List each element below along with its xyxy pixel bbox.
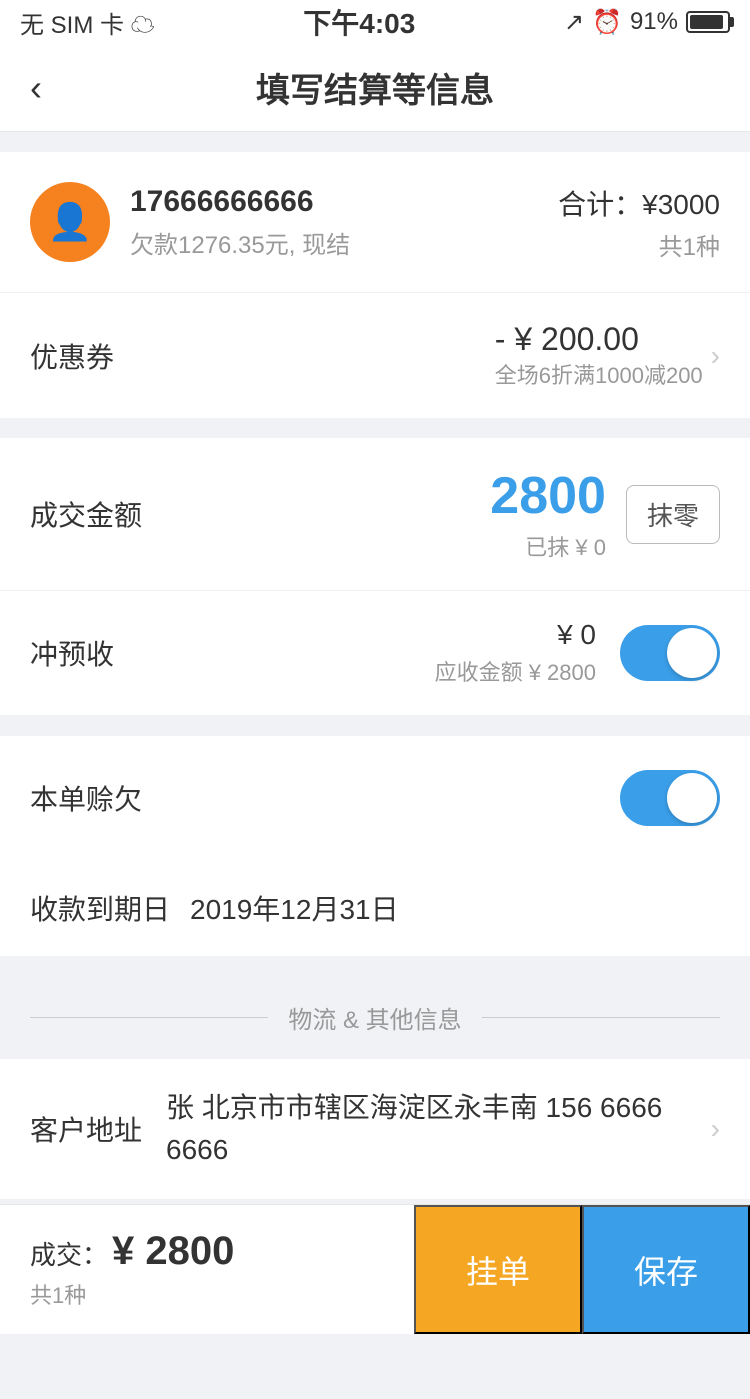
status-bar: 无 SIM 卡 ☁ 下午4:03 ↗ ⏰ 91% [0, 0, 750, 44]
user-count: 共1种 [558, 227, 720, 262]
pre-receive-label: 冲预收 [30, 633, 114, 673]
user-right: 合计：¥3000 共1种 [558, 183, 720, 262]
deal-amount-note: 已抹 ¥ 0 [490, 530, 606, 562]
battery-icon [686, 11, 730, 33]
coupon-right: - ¥ 200.00 全场6折满1000减200 › [495, 321, 720, 390]
logistics-divider: 物流 & 其他信息 [0, 976, 750, 1059]
section-divider-1 [0, 418, 750, 438]
back-button[interactable]: ‹ [30, 67, 42, 109]
bottom-count: 共1种 [30, 1278, 384, 1310]
date-row: 收款到期日 2019年12月31日 [0, 860, 750, 956]
bottom-deal-label: 成交： [30, 1235, 108, 1272]
pre-receive-amount: ¥ 0 [435, 619, 596, 651]
deal-amount-row: 成交金额 2800 已抹 ¥ 0 抹零 [0, 438, 750, 591]
pre-receive-right: ¥ 0 应收金额 ¥ 2800 [435, 619, 720, 687]
deal-amount-section: 成交金额 2800 已抹 ¥ 0 抹零 冲预收 ¥ 0 应收金额 ¥ 2800 [0, 438, 750, 716]
debit-toggle-knob [667, 773, 717, 823]
user-info-card: 👤 17666666666 欠款1276.35元, 现结 合计：¥3000 共1… [0, 152, 750, 418]
user-phone: 17666666666 [130, 185, 350, 219]
bottom-info: 成交： ¥ 2800 共1种 [0, 1229, 414, 1310]
alarm-icon: ⏰ [592, 8, 622, 37]
toggle-knob [667, 628, 717, 678]
amount-block: 2800 已抹 ¥ 0 [490, 466, 606, 562]
address-value: 张 北京市市辖区海淀区永丰南 156 6666 6666 [150, 1087, 711, 1171]
pre-receive-note: 应收金额 ¥ 2800 [435, 655, 596, 687]
bottom-deal-amount: ¥ 2800 [112, 1229, 234, 1274]
sim-label: 无 SIM 卡 ☁ [20, 5, 155, 40]
due-date-value: 2019年12月31日 [190, 888, 399, 928]
status-left: 无 SIM 卡 ☁ [20, 5, 155, 40]
battery-label: 91% [630, 8, 678, 36]
pre-receive-toggle[interactable] [620, 625, 720, 681]
address-chevron-icon: › [711, 1113, 720, 1145]
user-info-row: 👤 17666666666 欠款1276.35元, 现结 合计：¥3000 共1… [0, 152, 750, 292]
coupon-info: - ¥ 200.00 全场6折满1000减200 [495, 321, 703, 390]
user-total: 合计：¥3000 [558, 183, 720, 223]
deal-amount-right: 2800 已抹 ¥ 0 抹零 [490, 466, 720, 562]
coupon-row[interactable]: 优惠券 - ¥ 200.00 全场6折满1000减200 › [0, 292, 750, 418]
deal-amount-label: 成交金额 [30, 494, 150, 534]
nav-bar: ‹ 填写结算等信息 [0, 44, 750, 132]
deal-amount-value: 2800 [490, 466, 606, 526]
user-info-text: 17666666666 欠款1276.35元, 现结 [130, 185, 350, 260]
coupon-discount: - ¥ 200.00 [495, 321, 703, 358]
location-icon: ↗ [564, 8, 584, 37]
due-date-label: 收款到期日 [30, 888, 170, 928]
chevron-right-icon: › [711, 340, 720, 372]
user-debt: 欠款1276.35元, 现结 [130, 225, 350, 260]
debit-toggle[interactable] [620, 770, 720, 826]
pre-receive-row: 冲预收 ¥ 0 应收金额 ¥ 2800 [0, 591, 750, 716]
bottom-deal-row: 成交： ¥ 2800 [30, 1229, 384, 1274]
pre-receive-amount-block: ¥ 0 应收金额 ¥ 2800 [435, 619, 596, 687]
debit-label: 本单赊欠 [30, 778, 142, 818]
avatar: 👤 [30, 182, 110, 262]
status-time: 下午4:03 [303, 2, 415, 42]
round-zero-button[interactable]: 抹零 [626, 485, 720, 544]
page-title: 填写结算等信息 [256, 63, 494, 112]
address-label: 客户地址 [30, 1109, 150, 1149]
address-row[interactable]: 客户地址 张 北京市市辖区海淀区永丰南 156 6666 6666 › [0, 1059, 750, 1199]
pending-button[interactable]: 挂单 [414, 1205, 582, 1334]
status-right: ↗ ⏰ 91% [564, 8, 730, 37]
bottom-bar: 成交： ¥ 2800 共1种 挂单 保存 [0, 1204, 750, 1334]
coupon-label: 优惠券 [30, 336, 114, 376]
divider-line-left [30, 1017, 268, 1018]
logistics-label: 物流 & 其他信息 [288, 1000, 461, 1035]
coupon-desc: 全场6折满1000减200 [495, 358, 703, 390]
debit-row: 本单赊欠 [0, 736, 750, 860]
section-divider-3 [0, 956, 750, 976]
section-divider-2 [0, 716, 750, 736]
save-button[interactable]: 保存 [582, 1205, 750, 1334]
divider-line-right [482, 1017, 720, 1018]
avatar-icon: 👤 [48, 201, 93, 243]
debit-section: 本单赊欠 收款到期日 2019年12月31日 [0, 736, 750, 956]
user-left: 👤 17666666666 欠款1276.35元, 现结 [30, 182, 350, 262]
